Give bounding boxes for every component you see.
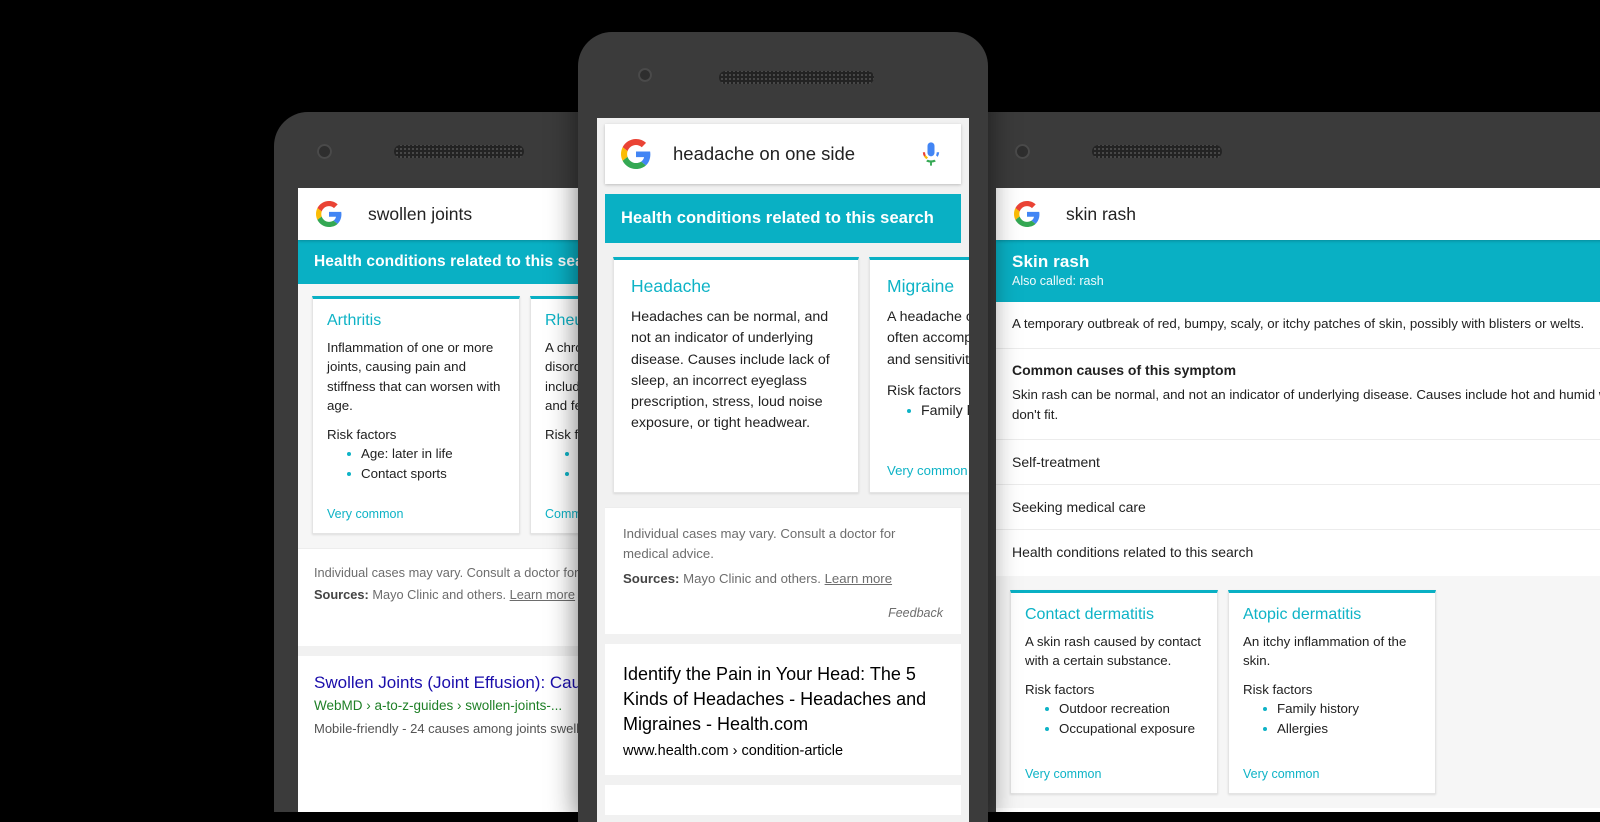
accordion-self-treatment[interactable]: Self-treatment [996,438,1600,484]
phone-center-bezel [578,32,988,118]
next-result-placeholder [605,785,961,816]
condition-card[interactable]: Contact dermatitis A skin rash caused by… [1010,589,1218,794]
related-conditions-heading-right: Health conditions related to this search [996,528,1600,576]
search-query-right[interactable]: skin rash [1066,204,1600,225]
condition-title: Atopic dermatitis [1243,605,1362,623]
risk-factor-item: Family history [907,401,969,422]
prevalence-badge: Very common [1025,766,1102,781]
condition-card[interactable]: Arthritis Inflammation of one or more jo… [312,296,520,534]
disclaimer-center: Individual cases may vary. Consult a doc… [605,507,961,594]
earpiece-speaker [394,145,524,158]
search-result-center[interactable]: Identify the Pain in Your Head: The 5 Ki… [605,643,961,776]
condition-card[interactable]: Migraine A headache of varying intensity… [869,257,969,493]
condition-card[interactable]: Atopic dermatitis An itchy inflammation … [1228,589,1436,794]
symptom-header-right: Skin rash Also called: rash [996,240,1600,302]
risk-factor-item: Outdoor recreation [1045,699,1203,719]
condition-title: Contact dermatitis [1025,605,1154,623]
prevalence-badge: Very common [887,463,968,478]
phone-right-bezel [972,112,1600,188]
search-bar-right[interactable]: skin rash [996,188,1600,240]
risk-factors-label: Risk factors [1025,682,1095,698]
health-panel-title: Health conditions related to this search [621,209,934,227]
risk-factors-label: Risk factors [327,427,397,443]
sources-text: Mayo Clinic and others. [372,586,507,602]
related-conditions-label: Health conditions related to this search [1012,543,1254,560]
phone-right-screen: skin rash Skin rash Also called: rash A … [996,188,1600,812]
risk-factor-item: Age: later in life [347,444,505,464]
prevalence-badge: Very common [327,507,404,521]
condition-card[interactable]: Headache Headaches can be normal, and no… [613,257,859,493]
disclaimer-text: Individual cases may vary. Consult a doc… [623,526,896,562]
phone-right: skin rash Skin rash Also called: rash A … [972,112,1600,812]
front-camera-icon [638,68,652,82]
risk-factors-list: Outdoor recreation Occupational exposure [1025,699,1203,739]
accordion-seeking-medical-care[interactable]: Seeking medical care [996,483,1600,529]
accordion-label: Self-treatment [1012,453,1100,470]
condition-description: Inflammation of one or more joints, caus… [327,340,501,413]
health-panel-header-center: Health conditions related to this search [605,194,961,243]
risk-factors-list: Family history [887,401,969,422]
risk-factors-label: Risk factors [1243,682,1313,698]
sources-line: Sources: Mayo Clinic and others. Learn m… [623,571,943,586]
condition-title: Headache [631,276,711,296]
common-causes-heading: Common causes of this symptom [1012,361,1237,378]
phone-center: headache on one side Health conditions r… [578,32,988,822]
earpiece-speaker [719,71,874,84]
sources-label: Sources: [314,586,369,602]
symptom-summary-right: A temporary outbreak of red, bumpy, scal… [996,302,1600,348]
sources-text: Mayo Clinic and others. [683,570,821,586]
learn-more-link[interactable]: Learn more [825,571,892,586]
condition-description: A skin rash caused by contact with a cer… [1025,633,1201,669]
prevalence-badge: Very common [1243,766,1320,781]
condition-description: Headaches can be normal, and not an indi… [631,309,830,432]
condition-description: An itchy inflammation of the skin. [1243,633,1407,669]
earpiece-speaker [1092,145,1222,158]
google-g-icon [621,139,651,169]
symptom-title: Skin rash [1012,252,1090,271]
symptom-summary-text: A temporary outbreak of red, bumpy, scal… [1012,316,1585,331]
sources-label: Sources: [623,570,680,586]
risk-factor-item: Allergies [1263,719,1421,739]
risk-factor-item: Contact sports [347,464,505,484]
accordion-label: Seeking medical care [1012,498,1146,515]
condition-description: A headache of varying intensity, often a… [887,309,969,368]
phone-center-screen: headache on one side Health conditions r… [597,118,969,822]
symptom-alias: Also called: rash [1012,274,1104,288]
learn-more-link[interactable]: Learn more [510,587,575,602]
condition-cards-center: Headache Headaches can be normal, and no… [597,243,969,507]
risk-factors-label: Risk factors [887,382,962,399]
result-url: www.health.com › condition-article [623,743,844,760]
front-camera-icon [317,144,332,159]
microphone-icon[interactable] [917,140,945,168]
google-g-icon [1014,201,1040,227]
condition-title: Arthritis [327,312,382,329]
risk-factor-item: Occupational exposure [1045,719,1203,739]
risk-factors-list: Family history Allergies [1243,699,1421,739]
google-g-icon [316,201,342,227]
screenshot-stage: swollen joints Health conditions related… [0,0,1600,822]
search-bar-center[interactable]: headache on one side [605,124,961,184]
condition-title: Migraine [887,276,955,296]
front-camera-icon [1015,144,1030,159]
common-causes-text: Skin rash can be normal, and not an indi… [1012,386,1600,422]
condition-cards-right: Contact dermatitis A skin rash caused by… [996,575,1600,808]
risk-factors-list: Age: later in life Contact sports [327,444,505,484]
health-panel-title: Health conditions related to this search [314,253,609,270]
result-title[interactable]: Identify the Pain in Your Head: The 5 Ki… [623,662,943,738]
search-query-center[interactable]: headache on one side [673,143,917,165]
common-causes-section: Common causes of this symptom Skin rash … [996,347,1600,439]
risk-factor-item: Family history [1263,699,1421,719]
disclaimer-block-center: Individual cases may vary. Consult a doc… [605,507,961,634]
feedback-link[interactable]: Feedback [605,593,961,634]
